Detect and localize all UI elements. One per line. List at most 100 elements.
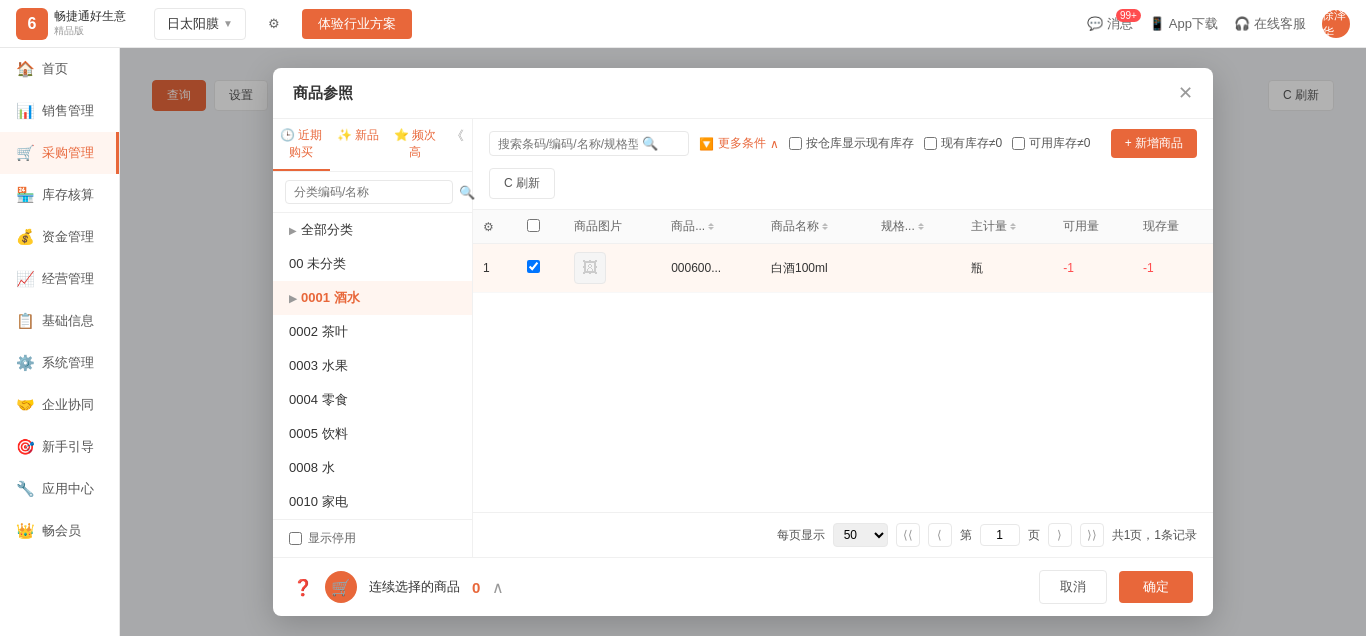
- modal-body: 🕒 近期购买 ✨ 新品 ⭐ 频次高 《 🔍: [273, 119, 1213, 557]
- category-search-input[interactable]: [285, 180, 453, 204]
- page-size-select[interactable]: 50 100: [833, 523, 888, 547]
- guide-icon: 🎯: [16, 438, 34, 456]
- category-item-tea[interactable]: 0002 茶叶: [273, 315, 472, 349]
- last-page-button[interactable]: ⟩⟩: [1080, 523, 1104, 547]
- row-stock: -1: [1133, 244, 1213, 293]
- row-code: 000600...: [661, 244, 761, 293]
- category-panel: 🕒 近期购买 ✨ 新品 ⭐ 频次高 《 🔍: [273, 119, 473, 557]
- next-page-button[interactable]: ⟩: [1048, 523, 1072, 547]
- category-tabs: 🕒 近期购买 ✨ 新品 ⭐ 频次高 《: [273, 119, 472, 172]
- cancel-button[interactable]: 取消: [1039, 570, 1107, 604]
- sidebar: 🏠 首页 📊 销售管理 🛒 采购管理 🏪 库存核算 💰 资金管理 📈 经营管理 …: [0, 48, 120, 636]
- top-nav: 6 畅捷通好生意 精品版 日太阳膜 ▼ ⚙ 体验行业方案 💬 消息 99+ 📱 …: [0, 0, 1366, 48]
- sidebar-item-enterprise[interactable]: 🤝 企业协同: [0, 384, 119, 426]
- modal-close-button[interactable]: ✕: [1178, 82, 1193, 104]
- table-row[interactable]: 1 🖼 000600... 白酒100ml 瓶: [473, 244, 1213, 293]
- basic-info-icon: 📋: [16, 312, 34, 330]
- phone-icon: 📱: [1149, 16, 1165, 31]
- category-item-uncategorized[interactable]: 00 未分类: [273, 247, 472, 281]
- product-search-wrap: 🔍: [489, 131, 689, 156]
- total-records: 共1页，1条记录: [1112, 527, 1197, 544]
- row-unit: 瓶: [961, 244, 1054, 293]
- prev-page-button[interactable]: ⟨: [928, 523, 952, 547]
- col-spec[interactable]: 规格...: [871, 210, 961, 244]
- cart-button[interactable]: 🛒: [325, 571, 357, 603]
- collapse-button[interactable]: 《: [443, 119, 472, 171]
- category-item-water[interactable]: 0008 水: [273, 451, 472, 485]
- sidebar-item-sales[interactable]: 📊 销售管理: [0, 90, 119, 132]
- system-icon: ⚙️: [16, 354, 34, 372]
- category-item-liquor[interactable]: ▶ 0001 酒水: [273, 281, 472, 315]
- product-table: ⚙ 商品图片 商品...: [473, 210, 1213, 512]
- pagination: 每页显示 50 100 ⟨⟨ ⟨ 第 页 ⟩ ⟩⟩: [473, 512, 1213, 557]
- category-item-fruit[interactable]: 0003 水果: [273, 349, 472, 383]
- home-icon: 🏠: [16, 60, 34, 78]
- help-icon[interactable]: ❓: [293, 578, 313, 597]
- sidebar-item-guide[interactable]: 🎯 新手引导: [0, 426, 119, 468]
- modal-title: 商品参照: [293, 84, 353, 103]
- products-table-element: ⚙ 商品图片 商品...: [473, 210, 1213, 293]
- col-settings[interactable]: ⚙: [473, 210, 517, 244]
- operations-icon: 📈: [16, 270, 34, 288]
- confirm-button[interactable]: 确定: [1119, 571, 1193, 603]
- checkbox-nonzero-stock[interactable]: 现有库存≠0: [924, 135, 1002, 152]
- category-item-snack[interactable]: 0004 零食: [273, 383, 472, 417]
- main-content: 查询 设置 C 刷新 商品参照 ✕: [120, 48, 1366, 636]
- app-download-button[interactable]: 📱 App下载: [1149, 15, 1218, 33]
- product-search-input[interactable]: [498, 137, 638, 151]
- checkbox-available-nonzero[interactable]: 可用库存≠0: [1012, 135, 1090, 152]
- more-filter-button[interactable]: 🔽 更多条件 ∧: [699, 135, 779, 152]
- col-unit[interactable]: 主计量: [961, 210, 1054, 244]
- nav-dropdown[interactable]: 日太阳膜 ▼: [154, 8, 246, 40]
- show-disabled-checkbox[interactable]: [289, 532, 302, 545]
- sidebar-item-membership[interactable]: 👑 畅会员: [0, 510, 119, 552]
- page-number-input[interactable]: [980, 524, 1020, 546]
- sidebar-item-finance[interactable]: 💰 资金管理: [0, 216, 119, 258]
- col-code[interactable]: 商品...: [661, 210, 761, 244]
- show-disabled-area: 显示停用: [273, 519, 472, 557]
- row-spec: [871, 244, 961, 293]
- row-num: 1: [473, 244, 517, 293]
- refresh-button[interactable]: C 刷新: [489, 168, 555, 199]
- checkbox-warehouse-stock[interactable]: 按仓库显示现有库存: [789, 135, 914, 152]
- category-item-all[interactable]: ▶ 全部分类: [273, 213, 472, 247]
- sidebar-item-operations[interactable]: 📈 经营管理: [0, 258, 119, 300]
- col-checkbox[interactable]: [517, 210, 564, 244]
- settings-icon[interactable]: ⚙: [258, 8, 290, 40]
- cta-button[interactable]: 体验行业方案: [302, 9, 412, 39]
- modal-footer: ❓ 🛒 连续选择的商品 0 ∧ 取消 确定: [273, 557, 1213, 616]
- col-name[interactable]: 商品名称: [761, 210, 871, 244]
- row-checkbox[interactable]: [517, 244, 564, 293]
- support-button[interactable]: 🎧 在线客服: [1234, 15, 1306, 33]
- product-panel: 🔍 🔽 更多条件 ∧ 按仓库显示现有库存: [473, 119, 1213, 557]
- sidebar-item-home[interactable]: 🏠 首页: [0, 48, 119, 90]
- select-all-checkbox[interactable]: [527, 219, 540, 232]
- category-item-drink[interactable]: 0005 饮料: [273, 417, 472, 451]
- sidebar-item-inventory[interactable]: 🏪 库存核算: [0, 174, 119, 216]
- first-page-button[interactable]: ⟨⟨: [896, 523, 920, 547]
- sidebar-item-apps[interactable]: 🔧 应用中心: [0, 468, 119, 510]
- category-search: 🔍: [273, 172, 472, 213]
- main-layout: 🏠 首页 📊 销售管理 🛒 采购管理 🏪 库存核算 💰 资金管理 📈 经营管理 …: [0, 48, 1366, 636]
- up-arrow-icon: ∧: [770, 137, 779, 151]
- add-product-button[interactable]: + 新增商品: [1111, 129, 1197, 158]
- sidebar-item-purchase[interactable]: 🛒 采购管理: [0, 132, 119, 174]
- sidebar-item-system[interactable]: ⚙️ 系统管理: [0, 342, 119, 384]
- category-item-appliance[interactable]: 0010 家电: [273, 485, 472, 519]
- tab-frequent[interactable]: ⭐ 频次高: [386, 119, 443, 171]
- purchase-icon: 🛒: [16, 144, 34, 162]
- col-available: 可用量: [1053, 210, 1133, 244]
- message-icon: 💬: [1087, 16, 1103, 31]
- tab-recent-purchase[interactable]: 🕒 近期购买: [273, 119, 330, 171]
- messages-button[interactable]: 💬 消息 99+: [1087, 15, 1133, 33]
- avatar[interactable]: 徐泽华: [1322, 10, 1350, 38]
- arrow-icon: ▶: [289, 225, 297, 236]
- tab-new-items[interactable]: ✨ 新品: [330, 119, 387, 171]
- logo-area: 6 畅捷通好生意 精品版: [16, 8, 126, 40]
- collapse-icon[interactable]: ∧: [492, 578, 504, 597]
- row-image: 🖼: [564, 244, 661, 293]
- row-name: 白酒100ml: [761, 244, 871, 293]
- sidebar-item-basic-info[interactable]: 📋 基础信息: [0, 300, 119, 342]
- search-icon[interactable]: 🔍: [642, 136, 658, 151]
- modal-header: 商品参照 ✕: [273, 68, 1213, 119]
